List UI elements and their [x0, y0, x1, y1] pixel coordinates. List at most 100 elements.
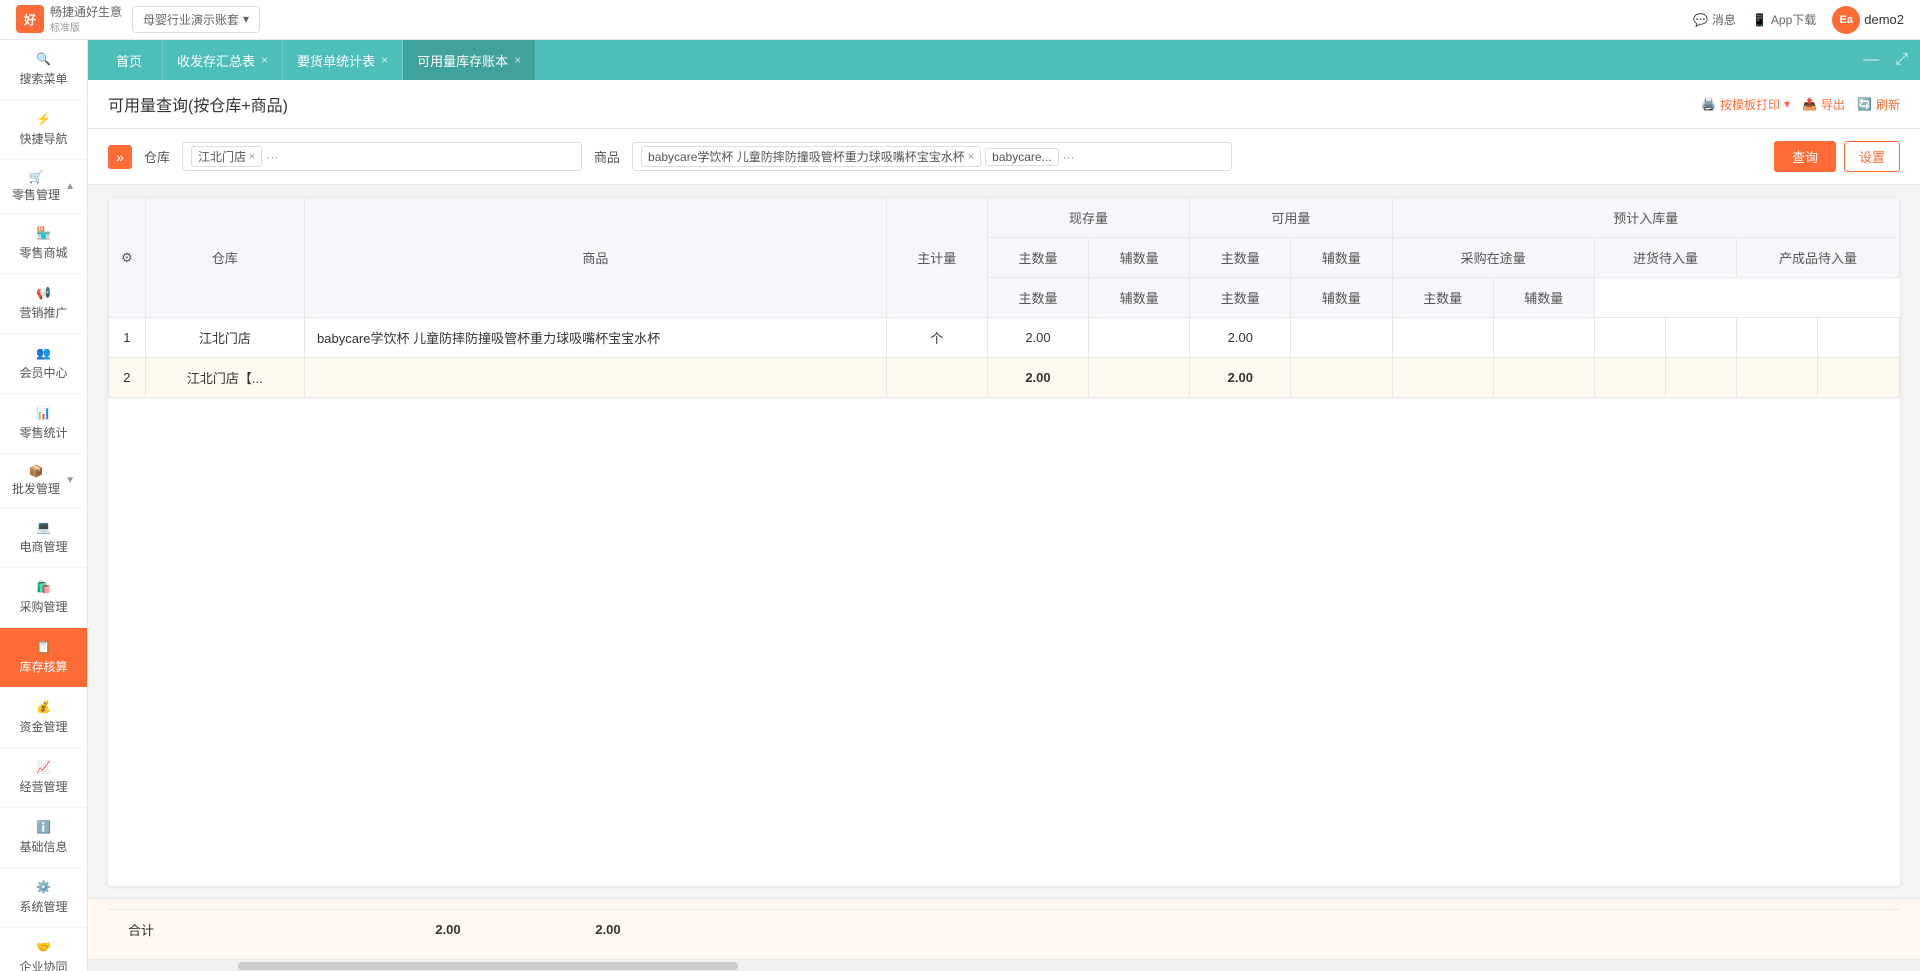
- goods-tag-label2: babycare...: [992, 150, 1051, 164]
- query-button[interactable]: 查询: [1774, 141, 1836, 172]
- row1-produced-main: [1737, 318, 1818, 358]
- sidebar-item-retail-stats[interactable]: 📊 零售统计: [0, 394, 87, 454]
- sidebar-label-search: 搜索菜单: [19, 70, 67, 87]
- goods-filter-input[interactable]: babycare学饮杯 儿童防摔防撞吸管杯重力球吸嘴杯宝宝水杯 × babyca…: [632, 142, 1232, 171]
- col-incoming-aux-header: 辅数量: [1291, 278, 1392, 318]
- footer-stock-main: 2.00: [408, 922, 488, 937]
- tab-close-order-stats[interactable]: ×: [381, 53, 388, 67]
- collaboration-icon: 🤝: [36, 940, 51, 954]
- row1-stock-main: 2.00: [987, 318, 1088, 358]
- sidebar-item-system[interactable]: ⚙️ 系统管理: [0, 868, 87, 928]
- filter-action-buttons: 查询 设置: [1774, 141, 1900, 172]
- sidebar-label-basic-info: 基础信息: [19, 838, 67, 855]
- row1-num: 1: [109, 318, 146, 358]
- goods-tag-babycare2: babycare...: [985, 148, 1058, 166]
- table-row: 1 江北门店 babycare学饮杯 儿童防摔防撞吸管杯重力球吸嘴杯宝宝水杯 个…: [109, 318, 1900, 358]
- row2-num: 2: [109, 358, 146, 398]
- message-btn[interactable]: 💬 消息: [1693, 11, 1736, 28]
- sidebar-item-collaboration[interactable]: 🤝 企业协同: [0, 928, 87, 971]
- col-stock-header: 现存量: [987, 198, 1189, 238]
- print-btn[interactable]: 🖨️ 按模板打印 ▾: [1701, 96, 1790, 113]
- ecommerce-icon: 💻: [36, 520, 51, 534]
- sidebar-item-purchase-mgmt[interactable]: 🛍️ 采购管理: [0, 568, 87, 628]
- filter-toggle-btn[interactable]: »: [108, 145, 132, 169]
- sidebar-item-wholesale-mgmt[interactable]: 📦 批发管理 ▼: [0, 454, 87, 508]
- tab-minimize-btn[interactable]: —: [1859, 47, 1883, 73]
- tab-close-available-inventory[interactable]: ×: [514, 53, 521, 67]
- tab-maximize-btn[interactable]: ⤢: [1891, 47, 1912, 73]
- col-avail-aux-header: 辅数量: [1291, 238, 1392, 278]
- app-download-label: App下载: [1771, 11, 1816, 28]
- tab-home[interactable]: 首页: [96, 40, 163, 80]
- col-settings[interactable]: ⚙: [109, 198, 146, 318]
- row1-purchase-aux: [1493, 318, 1594, 358]
- warehouse-filter-input[interactable]: 江北门店 × ···: [182, 142, 582, 171]
- row1-goods: babycare学饮杯 儿童防摔防撞吸管杯重力球吸嘴杯宝宝水杯: [305, 318, 887, 358]
- row1-purchase-main: [1392, 318, 1493, 358]
- row1-warehouse: 江北门店: [145, 318, 304, 358]
- top-bar-left: 好 畅捷通好生意 标准版 母婴行业演示账套 ▾: [16, 5, 260, 34]
- tab-close-receive-send[interactable]: ×: [261, 53, 268, 67]
- table-scroll-thumb[interactable]: [238, 962, 738, 970]
- table-footer: 合计 2.00 2.00: [88, 898, 1920, 959]
- row1-avail-aux: [1291, 318, 1392, 358]
- industry-selector[interactable]: 母婴行业演示账套 ▾: [132, 6, 260, 33]
- sidebar-label-ecommerce: 电商管理: [19, 538, 67, 555]
- warehouse-label: 仓库: [144, 147, 170, 166]
- tab-receive-send-label: 收发存汇总表: [177, 51, 255, 70]
- export-btn[interactable]: 📤 导出: [1802, 96, 1845, 113]
- goods-more-btn[interactable]: ···: [1063, 150, 1075, 164]
- sidebar-item-retail-mall[interactable]: 🏪 零售商城: [0, 214, 87, 274]
- col-produced-main-header: 主数量: [1392, 278, 1493, 318]
- tab-order-stats[interactable]: 要货单统计表 ×: [283, 40, 403, 80]
- tab-receive-send-summary[interactable]: 收发存汇总表 ×: [163, 40, 283, 80]
- tab-order-stats-label: 要货单统计表: [297, 51, 375, 70]
- refresh-icon: 🔄: [1857, 97, 1872, 111]
- row2-warehouse: 江北门店【...: [145, 358, 304, 398]
- row2-produced-aux: [1818, 358, 1900, 398]
- goods-tag-babycare: babycare学饮杯 儿童防摔防撞吸管杯重力球吸嘴杯宝宝水杯 ×: [641, 146, 981, 167]
- purchase-mgmt-icon: 🛍️: [36, 580, 51, 594]
- footer-spacer1: [248, 922, 408, 937]
- member-center-icon: 👥: [36, 346, 51, 360]
- col-unit-header: 主计量: [886, 198, 987, 318]
- col-avail-main-header: 主数量: [1190, 238, 1291, 278]
- row2-purchase-main: [1392, 358, 1493, 398]
- arrow-up-icon: ▲: [65, 181, 75, 192]
- sidebar-item-ecommerce[interactable]: 💻 电商管理: [0, 508, 87, 568]
- sidebar-item-quick-nav[interactable]: ⚡ 快捷导航: [0, 100, 87, 160]
- sidebar-label-collaboration: 企业协同: [19, 958, 67, 971]
- col-stock-aux-header: 辅数量: [1089, 238, 1190, 278]
- row2-incoming-main: [1594, 358, 1665, 398]
- sidebar-item-finance[interactable]: 💰 资金管理: [0, 688, 87, 748]
- refresh-btn[interactable]: 🔄 刷新: [1857, 96, 1900, 113]
- warehouse-tag-close[interactable]: ×: [249, 151, 255, 163]
- warehouse-more-btn[interactable]: ···: [266, 150, 278, 164]
- main-container: 🔍 搜索菜单 ⚡ 快捷导航 🛒 零售管理 ▲ 🏪 零售商城 📢 营销推广 👥 会…: [0, 40, 1920, 971]
- warehouse-tag-label: 江北门店: [198, 148, 246, 165]
- message-icon: 💬: [1693, 13, 1708, 27]
- sidebar-item-operations[interactable]: 📈 经营管理: [0, 748, 87, 808]
- row2-produced-main: [1737, 358, 1818, 398]
- operations-icon: 📈: [36, 760, 51, 774]
- row2-purchase-aux: [1493, 358, 1594, 398]
- sidebar-item-basic-info[interactable]: ℹ️ 基础信息: [0, 808, 87, 868]
- sidebar-label-purchase-mgmt: 采购管理: [19, 598, 67, 615]
- row2-stock-aux: [1089, 358, 1190, 398]
- sidebar-label-retail-mgmt: 零售管理: [12, 186, 60, 203]
- page-title: 可用量查询(按仓库+商品): [108, 92, 288, 116]
- filter-area: » 仓库 江北门店 × ··· 商品 babycare学饮杯 儿童防摔防撞吸管杯…: [88, 129, 1920, 185]
- sidebar-item-search[interactable]: 🔍 搜索菜单: [0, 40, 87, 100]
- sidebar-item-member-center[interactable]: 👥 会员中心: [0, 334, 87, 394]
- logo-icon: 好: [16, 5, 44, 33]
- table-scroll-bar[interactable]: [88, 959, 1920, 971]
- col-incoming-main-header: 主数量: [1190, 278, 1291, 318]
- app-download-btn[interactable]: 📱 App下载: [1752, 11, 1816, 28]
- goods-tag-close[interactable]: ×: [968, 151, 974, 163]
- sidebar-item-inventory[interactable]: 📋 库存核算: [0, 628, 87, 688]
- settings-button[interactable]: 设置: [1844, 141, 1900, 172]
- tab-available-inventory[interactable]: 可用量库存账本 ×: [403, 40, 536, 80]
- sidebar-item-marketing[interactable]: 📢 营销推广: [0, 274, 87, 334]
- sidebar-item-retail-mgmt[interactable]: 🛒 零售管理 ▲: [0, 160, 87, 214]
- user-area[interactable]: Ea demo2: [1832, 6, 1904, 34]
